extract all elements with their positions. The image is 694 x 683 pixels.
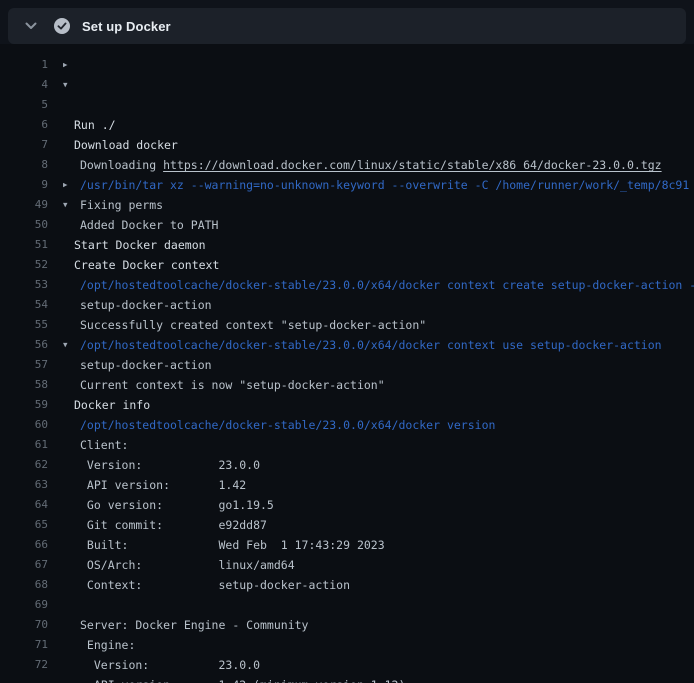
line-number[interactable]: 57: [0, 355, 48, 375]
group-collapsed-icon[interactable]: ▶: [63, 55, 73, 75]
log-line: 4 Download docker ▼: [0, 75, 694, 95]
line-number[interactable]: 72: [0, 655, 48, 675]
log-line: 61 Go version: go1.19.5: [0, 435, 694, 455]
log-line: 66: [0, 535, 694, 555]
line-number[interactable]: 59: [0, 395, 48, 415]
log-line: 54 setup-docker-action: [0, 295, 694, 315]
log-line: 65 Context: setup-docker-action: [0, 515, 694, 535]
chevron-down-icon[interactable]: [22, 17, 40, 35]
log-line: 64 OS/Arch: linux/amd64: [0, 495, 694, 515]
log-line: 9 Start Docker daemon ▶: [0, 175, 694, 195]
line-number[interactable]: 62: [0, 455, 48, 475]
line-number[interactable]: 65: [0, 515, 48, 535]
line-number[interactable]: 68: [0, 575, 48, 595]
check-circle-icon-svg: [54, 18, 70, 34]
check-circle-icon: [54, 18, 70, 34]
line-number[interactable]: 61: [0, 435, 48, 455]
log-line: 58 Client:: [0, 375, 694, 395]
group-expanded-icon[interactable]: ▼: [63, 335, 73, 355]
line-number[interactable]: 6: [0, 115, 48, 135]
line-number[interactable]: 5: [0, 95, 48, 115]
line-number[interactable]: 63: [0, 475, 48, 495]
line-number[interactable]: 64: [0, 495, 48, 515]
log-line: 62 Git commit: e92dd87: [0, 455, 694, 475]
log-line: 1 Run ./ ▶: [0, 55, 694, 75]
line-number[interactable]: 70: [0, 615, 48, 635]
log-line: 56 Docker info ▼: [0, 335, 694, 355]
line-number[interactable]: 51: [0, 235, 48, 255]
log-line: 70 API version: 1.42 (minimum version 1.…: [0, 615, 694, 635]
log-line: 63 Built: Wed Feb 1 17:43:29 2023: [0, 475, 694, 495]
line-number[interactable]: 53: [0, 275, 48, 295]
line-number[interactable]: 58: [0, 375, 48, 395]
log-line: 71 Go version: go1.19.5: [0, 635, 694, 655]
group-expanded-icon[interactable]: ▼: [63, 195, 73, 215]
log-line: 72 Git commit: d7573ab: [0, 655, 694, 675]
log-line: 53 /opt/hostedtoolcache/docker-stable/23…: [0, 275, 694, 295]
line-number[interactable]: 54: [0, 295, 48, 315]
line-number[interactable]: 56: [0, 335, 48, 355]
line-number[interactable]: 4: [0, 75, 48, 95]
log-line: 67 Server: Docker Engine - Community: [0, 555, 694, 575]
line-number[interactable]: 50: [0, 215, 48, 235]
line-number[interactable]: 9: [0, 175, 48, 195]
chevron-down-icon-svg: [25, 22, 37, 30]
group-expanded-icon[interactable]: ▼: [63, 75, 73, 95]
line-number[interactable]: 52: [0, 255, 48, 275]
line-number[interactable]: 1: [0, 55, 48, 75]
log-line: 50 /opt/hostedtoolcache/docker-stable/23…: [0, 215, 694, 235]
line-number[interactable]: 8: [0, 155, 48, 175]
log-line: 6 /usr/bin/tar xz --warning=no-unknown-k…: [0, 115, 694, 135]
log-viewer: 1 Run ./ ▶ 4 Download docker ▼ 5 Downloa…: [0, 44, 694, 683]
line-number[interactable]: 71: [0, 635, 48, 655]
group-collapsed-icon[interactable]: ▶: [63, 175, 73, 195]
log-line: 57 /opt/hostedtoolcache/docker-stable/23…: [0, 355, 694, 375]
line-number[interactable]: 69: [0, 595, 48, 615]
log-line: 8 Added Docker to PATH: [0, 155, 694, 175]
line-number[interactable]: 60: [0, 415, 48, 435]
log-line: 49 Create Docker context ▼: [0, 195, 694, 215]
log-line: 7 Fixing perms: [0, 135, 694, 155]
log-line: 5 Downloading https://download.docker.co…: [0, 95, 694, 115]
log-line: 69 Version: 23.0.0: [0, 595, 694, 615]
log-line: 52 Successfully created context "setup-d…: [0, 255, 694, 275]
log-line: 60 API version: 1.42: [0, 415, 694, 435]
line-number[interactable]: 49: [0, 195, 48, 215]
step-title: Set up Docker: [82, 19, 171, 34]
log-line: 51 setup-docker-action: [0, 235, 694, 255]
log-line: 55 Current context is now "setup-docker-…: [0, 315, 694, 335]
log-line: 68 Engine:: [0, 575, 694, 595]
line-number[interactable]: 67: [0, 555, 48, 575]
step-header[interactable]: Set up Docker: [8, 8, 686, 44]
line-number[interactable]: 55: [0, 315, 48, 335]
line-number[interactable]: 7: [0, 135, 48, 155]
line-number[interactable]: 66: [0, 535, 48, 555]
log-line: 59 Version: 23.0.0: [0, 395, 694, 415]
